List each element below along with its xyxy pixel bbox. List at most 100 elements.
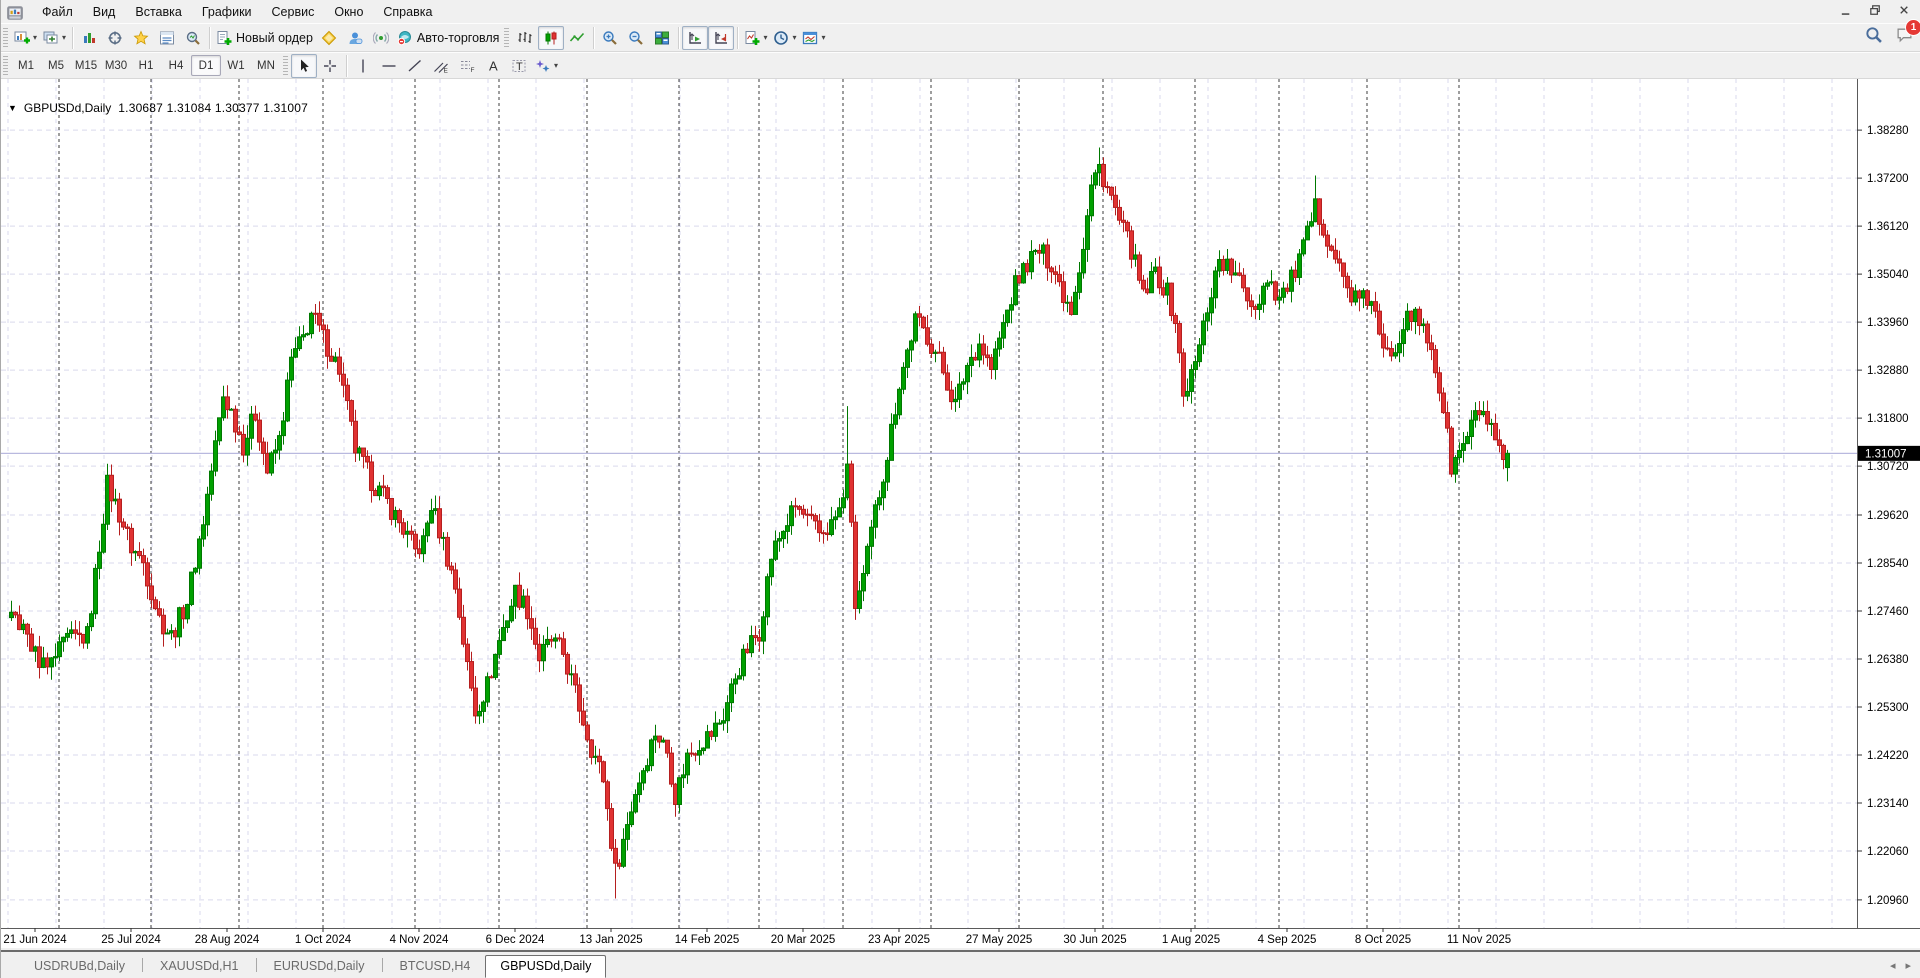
menu-item-3[interactable]: Графики <box>192 3 262 21</box>
candle-body <box>1361 290 1366 299</box>
candle-body <box>1081 248 1086 274</box>
candle-body <box>593 755 598 758</box>
chart-tab-4[interactable]: GBPUSDd,Daily <box>485 955 607 978</box>
timeframe-button-mn[interactable]: MN <box>251 55 281 76</box>
candle-body <box>489 676 494 679</box>
signals-button[interactable] <box>368 26 394 50</box>
candle-body <box>621 838 626 867</box>
menu-item-1[interactable]: Вид <box>83 3 126 21</box>
toolbar-grip[interactable] <box>3 27 8 48</box>
chart-bars-button[interactable] <box>512 26 538 50</box>
candle-body <box>801 508 806 515</box>
market-watch-button[interactable] <box>76 26 102 50</box>
toolbar-grip[interactable] <box>3 55 8 76</box>
chart-ohlc-values: 1.30687 1.31084 1.30377 1.31007 <box>118 101 308 115</box>
channel-button[interactable]: E <box>428 54 454 78</box>
candle-body <box>245 437 250 456</box>
candle-body <box>909 340 914 351</box>
tab-scroll-left-icon[interactable]: ◂ <box>1890 959 1896 972</box>
minimize-button[interactable] <box>1832 1 1861 20</box>
auto-scroll-button[interactable] <box>682 25 709 50</box>
toolbar-right-icons: 1 <box>1865 19 1920 48</box>
timeframe-button-m15[interactable]: M15 <box>71 55 101 76</box>
candle-body <box>1021 263 1026 284</box>
timeframe-button-w1[interactable]: W1 <box>221 55 251 76</box>
close-button[interactable] <box>1890 1 1919 20</box>
vline-button[interactable] <box>350 54 376 78</box>
autotrading-button[interactable]: Авто-торговля <box>394 26 503 50</box>
tile-windows-button[interactable] <box>649 26 675 50</box>
candle-body <box>1121 219 1126 223</box>
chart-tab-bar: USDRUBd,Daily XAUUSDd,H1 EURUSDd,Daily BTCU… <box>1 950 1920 978</box>
profiles-button[interactable]: ▾ <box>40 26 69 50</box>
timeframe-button-d1[interactable]: D1 <box>191 55 221 76</box>
toolbar-grip[interactable] <box>283 55 288 76</box>
candle-body <box>1465 436 1470 445</box>
hline-button[interactable] <box>376 54 402 78</box>
one-click-trading-arrow-icon[interactable]: ▼ <box>8 103 17 113</box>
candle-body <box>537 643 542 662</box>
trendline-button[interactable] <box>402 54 428 78</box>
indicators-button[interactable]: ▾ <box>741 26 770 50</box>
candle-body <box>301 334 306 338</box>
fibo-button[interactable]: F <box>454 54 480 78</box>
candle-body <box>1453 457 1458 475</box>
chart-shift-button[interactable] <box>708 25 735 50</box>
chart-candles-button[interactable] <box>538 25 565 50</box>
zoom-out-button[interactable] <box>623 26 649 50</box>
label-button[interactable]: T <box>506 54 532 78</box>
restore-button[interactable] <box>1861 1 1890 20</box>
timeframe-button-m1[interactable]: M1 <box>11 55 41 76</box>
data-window-button[interactable] <box>102 26 128 50</box>
menu-item-0[interactable]: Файл <box>32 3 83 21</box>
menu-item-6[interactable]: Справка <box>373 3 442 21</box>
chart-title-overlay: ▼ GBPUSDd,Daily 1.30687 1.31084 1.30377 … <box>8 101 308 115</box>
menu-item-5[interactable]: Окно <box>324 3 373 21</box>
periods-button[interactable]: ▾ <box>770 26 799 50</box>
candlestick-chart[interactable]: 1.38280 1.37200 1.36120 1.35040 1.33960 1.328… <box>1 79 1920 948</box>
candle-body <box>1297 253 1302 278</box>
candle-body <box>309 312 314 335</box>
candle-body <box>1389 348 1394 357</box>
new-order-button[interactable]: Новый ордер <box>213 26 316 50</box>
chart-tab-3[interactable]: BTCUSD,H4 <box>385 955 486 978</box>
text-button[interactable]: A <box>480 54 506 78</box>
chart-tab-1[interactable]: XAUUSDd,H1 <box>145 955 254 978</box>
toolbar-grip[interactable] <box>504 27 510 48</box>
search-icon[interactable] <box>1865 26 1882 48</box>
candle-body <box>809 513 814 517</box>
cursor-button[interactable] <box>291 53 317 78</box>
timeframe-button-m30[interactable]: M30 <box>101 55 131 76</box>
community-button[interactable] <box>342 26 368 50</box>
new-chart-button[interactable]: ▾ <box>11 26 40 50</box>
candle-body <box>1505 452 1510 469</box>
metaeditor-button[interactable] <box>316 26 342 50</box>
timeframe-button-h1[interactable]: H1 <box>131 55 161 76</box>
shapes-button[interactable]: ▾ <box>532 54 561 78</box>
chart-window[interactable]: 1.38280 1.37200 1.36120 1.35040 1.33960 1.328… <box>1 79 1920 948</box>
zoom-in-button[interactable] <box>597 26 623 50</box>
menu-item-2[interactable]: Вставка <box>125 3 191 21</box>
strategy-tester-button[interactable] <box>180 26 206 50</box>
chart-tab-2[interactable]: EURUSDd,Daily <box>259 955 380 978</box>
notifications-icon[interactable]: 1 <box>1896 19 1920 48</box>
candle-body <box>1377 310 1382 335</box>
tab-scroll-right-icon[interactable]: ▸ <box>1905 959 1911 972</box>
templates-button[interactable]: ▾ <box>799 26 828 50</box>
candle-body <box>1077 272 1082 293</box>
navigator-button[interactable] <box>128 26 154 50</box>
chart-tab-0[interactable]: USDRUBd,Daily <box>19 955 140 978</box>
menu-item-4[interactable]: Сервис <box>262 3 325 21</box>
candle-body <box>1025 263 1030 273</box>
candle-body <box>541 643 546 662</box>
candle-body <box>889 423 894 461</box>
date-tick-label: 6 Dec 2024 <box>486 934 545 946</box>
candle-body <box>157 608 162 616</box>
timeframe-button-h4[interactable]: H4 <box>161 55 191 76</box>
timeframe-button-m5[interactable]: M5 <box>41 55 71 76</box>
chart-line-button[interactable] <box>564 26 590 50</box>
candle-body <box>1369 301 1374 306</box>
terminal-button[interactable] <box>154 26 180 50</box>
candle-body <box>85 626 90 644</box>
crosshair-button[interactable] <box>317 54 343 78</box>
